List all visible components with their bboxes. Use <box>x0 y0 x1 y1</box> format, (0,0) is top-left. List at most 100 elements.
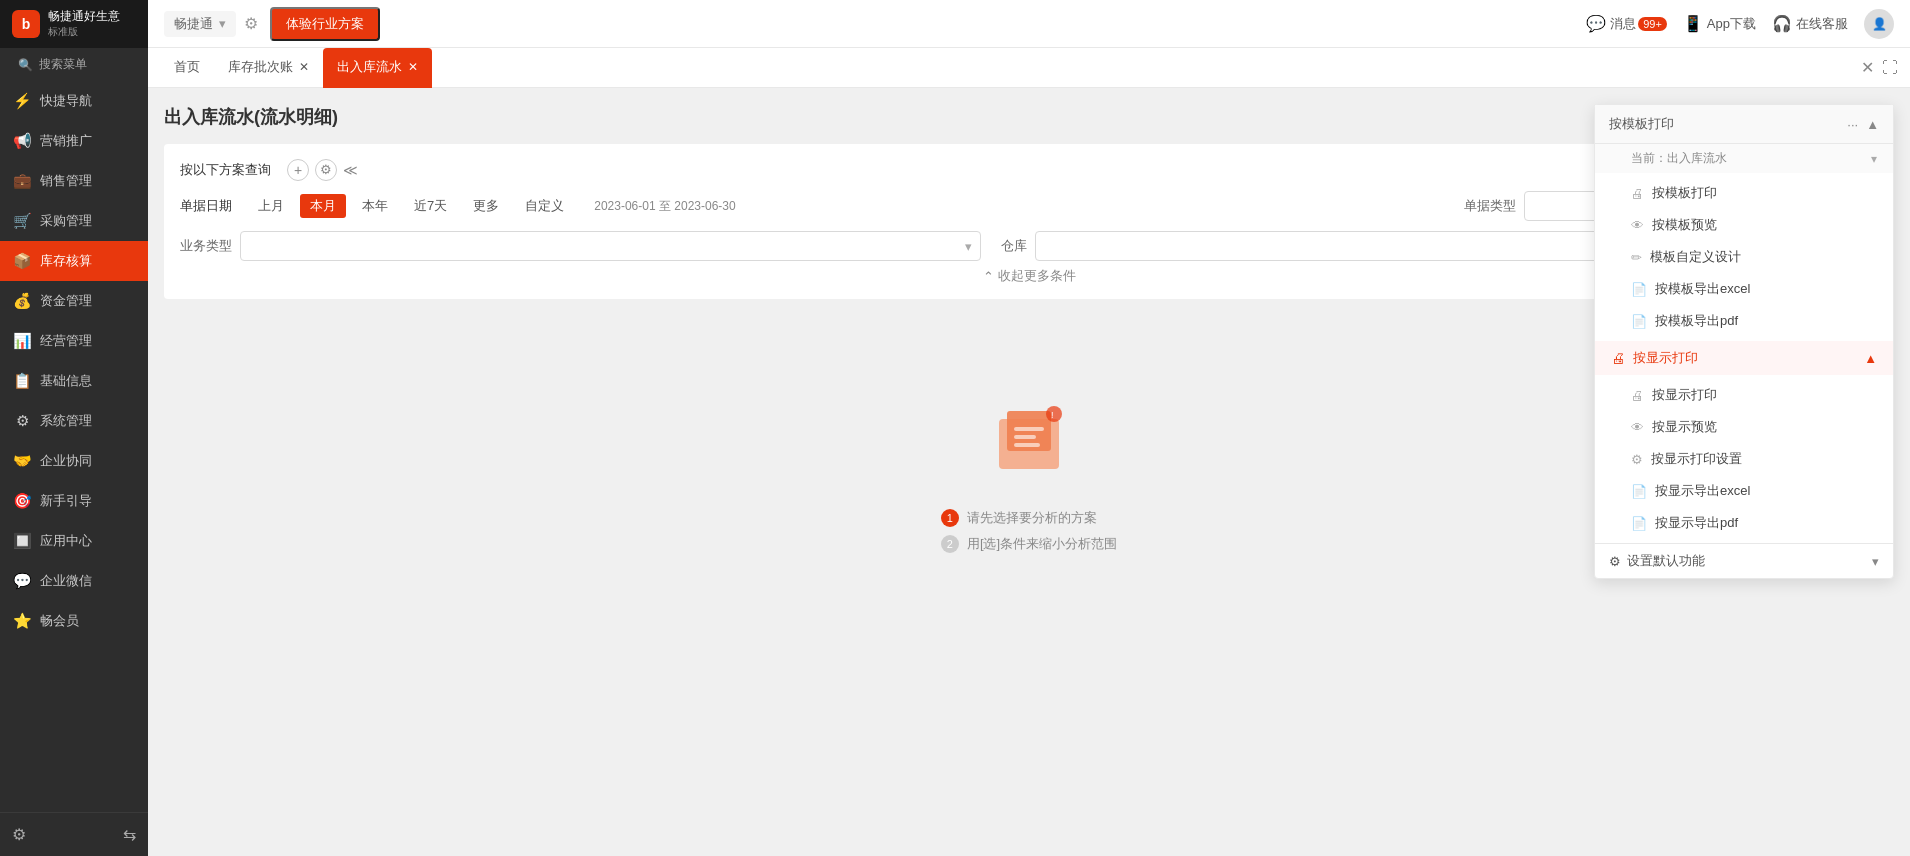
sidebar-nav: ⚡ 快捷导航 📢 营销推广 💼 销售管理 🛒 采购管理 📦 库存核算 💰 资金管… <box>0 81 148 812</box>
sidebar-item-collab[interactable]: 🤝 企业协同 <box>0 441 148 481</box>
sidebar-item-label: 采购管理 <box>40 212 92 230</box>
search-menu[interactable]: 🔍 搜索菜单 <box>0 48 148 81</box>
filter-settings-btn[interactable]: ⚙ <box>315 159 337 181</box>
tab-close-active-icon[interactable]: ✕ <box>408 60 418 74</box>
empty-step-2: 2 用[选]条件来缩小分析范围 <box>941 535 1117 553</box>
date-last-month[interactable]: 上月 <box>248 194 294 218</box>
footer-chevron-down-icon: ▾ <box>1872 554 1879 569</box>
display-print-settings-item[interactable]: ⚙ 按显示打印设置 <box>1595 443 1893 475</box>
template-print-item[interactable]: 🖨 按模板打印 <box>1595 177 1893 209</box>
sidebar-item-finance[interactable]: 💰 资金管理 <box>0 281 148 321</box>
account-name: 畅捷通 <box>174 15 213 33</box>
date-7days[interactable]: 近7天 <box>404 194 457 218</box>
sidebar-item-wechat[interactable]: 💬 企业微信 <box>0 561 148 601</box>
svg-rect-3 <box>1014 435 1036 439</box>
app-logo: b 畅捷通好生意 标准版 <box>0 0 148 48</box>
svg-point-5 <box>1046 406 1062 422</box>
sidebar-item-marketing[interactable]: 📢 营销推广 <box>0 121 148 161</box>
current-indicator: 当前：出入库流水 ▾ <box>1595 144 1893 173</box>
industry-btn[interactable]: 体验行业方案 <box>270 7 380 41</box>
template-custom-item[interactable]: ✏ 模板自定义设计 <box>1595 241 1893 273</box>
sidebar-item-purchase[interactable]: 🛒 采购管理 <box>0 201 148 241</box>
sidebar-item-label: 企业协同 <box>40 452 92 470</box>
message-icon: 💬 <box>1586 14 1606 33</box>
template-export-pdf-item[interactable]: 📄 按模板导出pdf <box>1595 305 1893 337</box>
item-label: 按显示预览 <box>1652 418 1717 436</box>
sidebar-footer: ⚙ ⇆ <box>0 812 148 856</box>
item-label: 按显示导出pdf <box>1655 514 1738 532</box>
tabs-bar: 首页 库存批次账 ✕ 出入库流水 ✕ ✕ ⛶ <box>148 48 1910 88</box>
type-field-label: 单据类型 <box>1464 197 1516 215</box>
display-export-excel-item[interactable]: 📄 按显示导出excel <box>1595 475 1893 507</box>
topbar: 畅捷通 ▾ ⚙ 体验行业方案 💬 消息 99+ 📱 App下载 🎧 在线客服 👤 <box>148 0 1910 48</box>
collapse-icon[interactable]: ⇆ <box>123 825 136 844</box>
preview-icon: 👁 <box>1631 218 1644 233</box>
date-more[interactable]: 更多 <box>463 194 509 218</box>
sidebar-item-sales[interactable]: 💼 销售管理 <box>0 161 148 201</box>
account-selector[interactable]: 畅捷通 ▾ <box>164 11 236 37</box>
svg-rect-4 <box>1014 443 1040 447</box>
tab-flow[interactable]: 出入库流水 ✕ <box>323 48 432 88</box>
sidebar-item-inventory[interactable]: 📦 库存核算 <box>0 241 148 281</box>
dropdown-chevron-up-icon[interactable]: ▲ <box>1866 117 1879 132</box>
settings-icon[interactable]: ⚙ <box>12 825 26 844</box>
edit-icon: ✏ <box>1631 250 1642 265</box>
sidebar-item-operations[interactable]: 📊 经营管理 <box>0 321 148 361</box>
printer-icon: 🖨 <box>1631 186 1644 201</box>
avatar[interactable]: 👤 <box>1864 9 1894 39</box>
sidebar-item-label: 畅会员 <box>40 612 79 630</box>
appcenter-icon: 🔲 <box>12 531 32 551</box>
item-label: 按显示打印 <box>1652 386 1717 404</box>
tabs-actions: ✕ ⛶ <box>1861 58 1898 77</box>
search-label: 搜索菜单 <box>39 56 87 73</box>
display-print-item[interactable]: 🖨 按显示打印 <box>1595 379 1893 411</box>
display-export-pdf-item[interactable]: 📄 按显示导出pdf <box>1595 507 1893 539</box>
support-btn[interactable]: 🎧 在线客服 <box>1772 14 1848 33</box>
sidebar-item-appcenter[interactable]: 🔲 应用中心 <box>0 521 148 561</box>
pdf2-icon: 📄 <box>1631 516 1647 531</box>
section-label: 按显示打印 <box>1633 349 1698 367</box>
main-area: 畅捷通 ▾ ⚙ 体验行业方案 💬 消息 99+ 📱 App下载 🎧 在线客服 👤 <box>148 0 1910 856</box>
business-select[interactable]: ▾ <box>240 231 981 261</box>
tab-close-icon[interactable]: ✕ <box>299 60 309 74</box>
sidebar-item-label: 营销推广 <box>40 132 92 150</box>
dropdown-footer[interactable]: ⚙ 设置默认功能 ▾ <box>1595 543 1893 578</box>
marketing-icon: 📢 <box>12 131 32 151</box>
filter-collapse-icon[interactable]: ≪ <box>343 162 358 178</box>
sidebar-item-system[interactable]: ⚙ 系统管理 <box>0 401 148 441</box>
tab-expand-icon[interactable]: ⛶ <box>1882 59 1898 77</box>
date-this-year[interactable]: 本年 <box>352 194 398 218</box>
settings2-icon: ⚙ <box>1631 452 1643 467</box>
filter-actions: + ⚙ ≪ <box>287 159 358 181</box>
current-label: 当前：出入库流水 <box>1631 150 1727 167</box>
purchase-icon: 🛒 <box>12 211 32 231</box>
gear-icon[interactable]: ⚙ <box>244 14 258 33</box>
sidebar-item-guide[interactable]: 🎯 新手引导 <box>0 481 148 521</box>
date-custom[interactable]: 自定义 <box>515 194 574 218</box>
tab-batch[interactable]: 库存批次账 ✕ <box>214 48 323 88</box>
filter-section-label: 按以下方案查询 <box>180 161 271 179</box>
template-export-excel-item[interactable]: 📄 按模板导出excel <box>1595 273 1893 305</box>
display-preview-item[interactable]: 👁 按显示预览 <box>1595 411 1893 443</box>
dropdown-panel: 按模板打印 ··· ▲ 当前：出入库流水 ▾ 🖨 按模板打印 👁 按模板预览 <box>1594 104 1894 579</box>
sidebar-item-label: 快捷导航 <box>40 92 92 110</box>
tab-home[interactable]: 首页 <box>160 48 214 88</box>
inventory-icon: 📦 <box>12 251 32 271</box>
topbar-right: 💬 消息 99+ 📱 App下载 🎧 在线客服 👤 <box>1586 9 1894 39</box>
message-btn[interactable]: 💬 消息 99+ <box>1586 14 1667 33</box>
item-label: 按模板导出pdf <box>1655 312 1738 330</box>
template-preview-item[interactable]: 👁 按模板预览 <box>1595 209 1893 241</box>
sidebar-item-shortcut[interactable]: ⚡ 快捷导航 <box>0 81 148 121</box>
settings-default-icon: ⚙ <box>1609 554 1621 569</box>
filter-add-btn[interactable]: + <box>287 159 309 181</box>
tab-close-all-icon[interactable]: ✕ <box>1861 58 1874 77</box>
display-print-section-header[interactable]: 🖨 按显示打印 ▲ <box>1595 341 1893 375</box>
sidebar-item-basic[interactable]: 📋 基础信息 <box>0 361 148 401</box>
dropdown-header: 按模板打印 ··· ▲ <box>1595 105 1893 144</box>
app-download-btn[interactable]: 📱 App下载 <box>1683 14 1756 33</box>
basic-icon: 📋 <box>12 371 32 391</box>
dropdown-more-icon[interactable]: ··· <box>1847 117 1858 132</box>
sidebar-item-member[interactable]: ⭐ 畅会员 <box>0 601 148 641</box>
section-chevron-up-icon: ▲ <box>1864 351 1877 366</box>
date-this-month[interactable]: 本月 <box>300 194 346 218</box>
